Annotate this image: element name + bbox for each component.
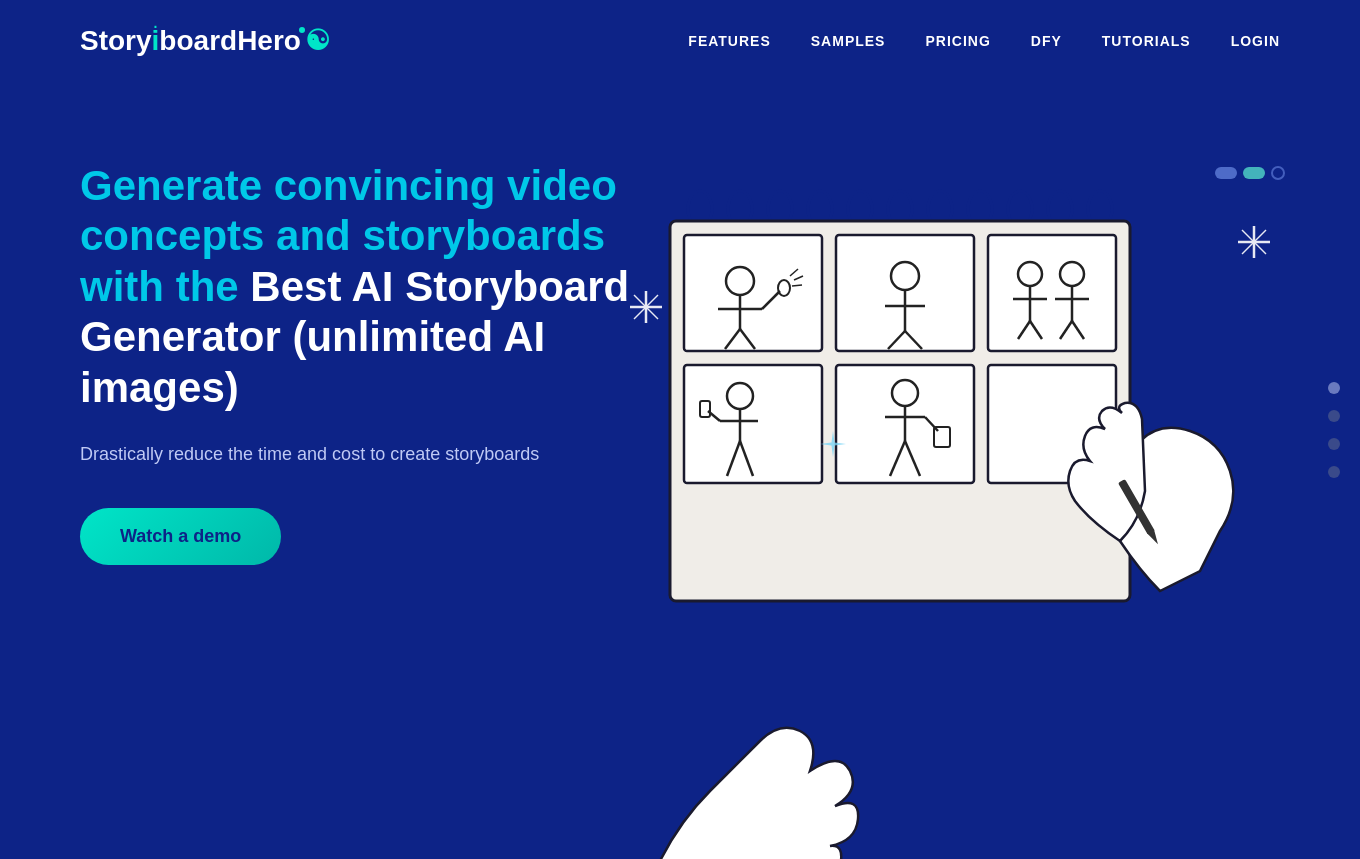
scroll-dot-3[interactable] [1328, 438, 1340, 450]
pill-2 [1243, 167, 1265, 179]
scroll-dot-4[interactable] [1328, 466, 1340, 478]
svg-rect-48 [684, 365, 822, 483]
nav-tutorials[interactable]: TUTORIALS [1102, 33, 1191, 49]
hero-left: Generate convincing video concepts and s… [80, 141, 680, 565]
svg-line-30 [792, 285, 802, 286]
scroll-dot-1[interactable] [1328, 382, 1340, 394]
scroll-indicator [1328, 382, 1340, 478]
navbar: Storyi·boardHero☯ FEATURES SAMPLES PRICI… [0, 0, 1360, 81]
hero-subtext: Drastically reduce the time and cost to … [80, 441, 560, 468]
logo[interactable]: Storyi·boardHero☯ [80, 24, 330, 57]
sparkle-icon-2 [1238, 226, 1270, 265]
nav-dfy[interactable]: DFY [1031, 33, 1062, 49]
hero-headline: Generate convincing video concepts and s… [80, 161, 680, 413]
sparkle-icon-3 [820, 431, 846, 461]
svg-rect-20 [684, 235, 822, 351]
hero-illustration [620, 61, 1360, 859]
nav-samples[interactable]: SAMPLES [811, 33, 886, 49]
svg-rect-37 [988, 235, 1116, 351]
nav-pricing[interactable]: PRICING [925, 33, 990, 49]
scroll-dot-2[interactable] [1328, 410, 1340, 422]
nav-features[interactable]: FEATURES [688, 33, 770, 49]
nav-login[interactable]: LOGIN [1231, 33, 1280, 49]
hero-section: Generate convincing video concepts and s… [0, 81, 1360, 565]
pill-3 [1271, 166, 1285, 180]
storyboard-notebook [640, 101, 1220, 859]
watch-demo-button[interactable]: Watch a demo [80, 508, 281, 565]
nav-links: FEATURES SAMPLES PRICING DFY TUTORIALS L… [688, 32, 1280, 50]
